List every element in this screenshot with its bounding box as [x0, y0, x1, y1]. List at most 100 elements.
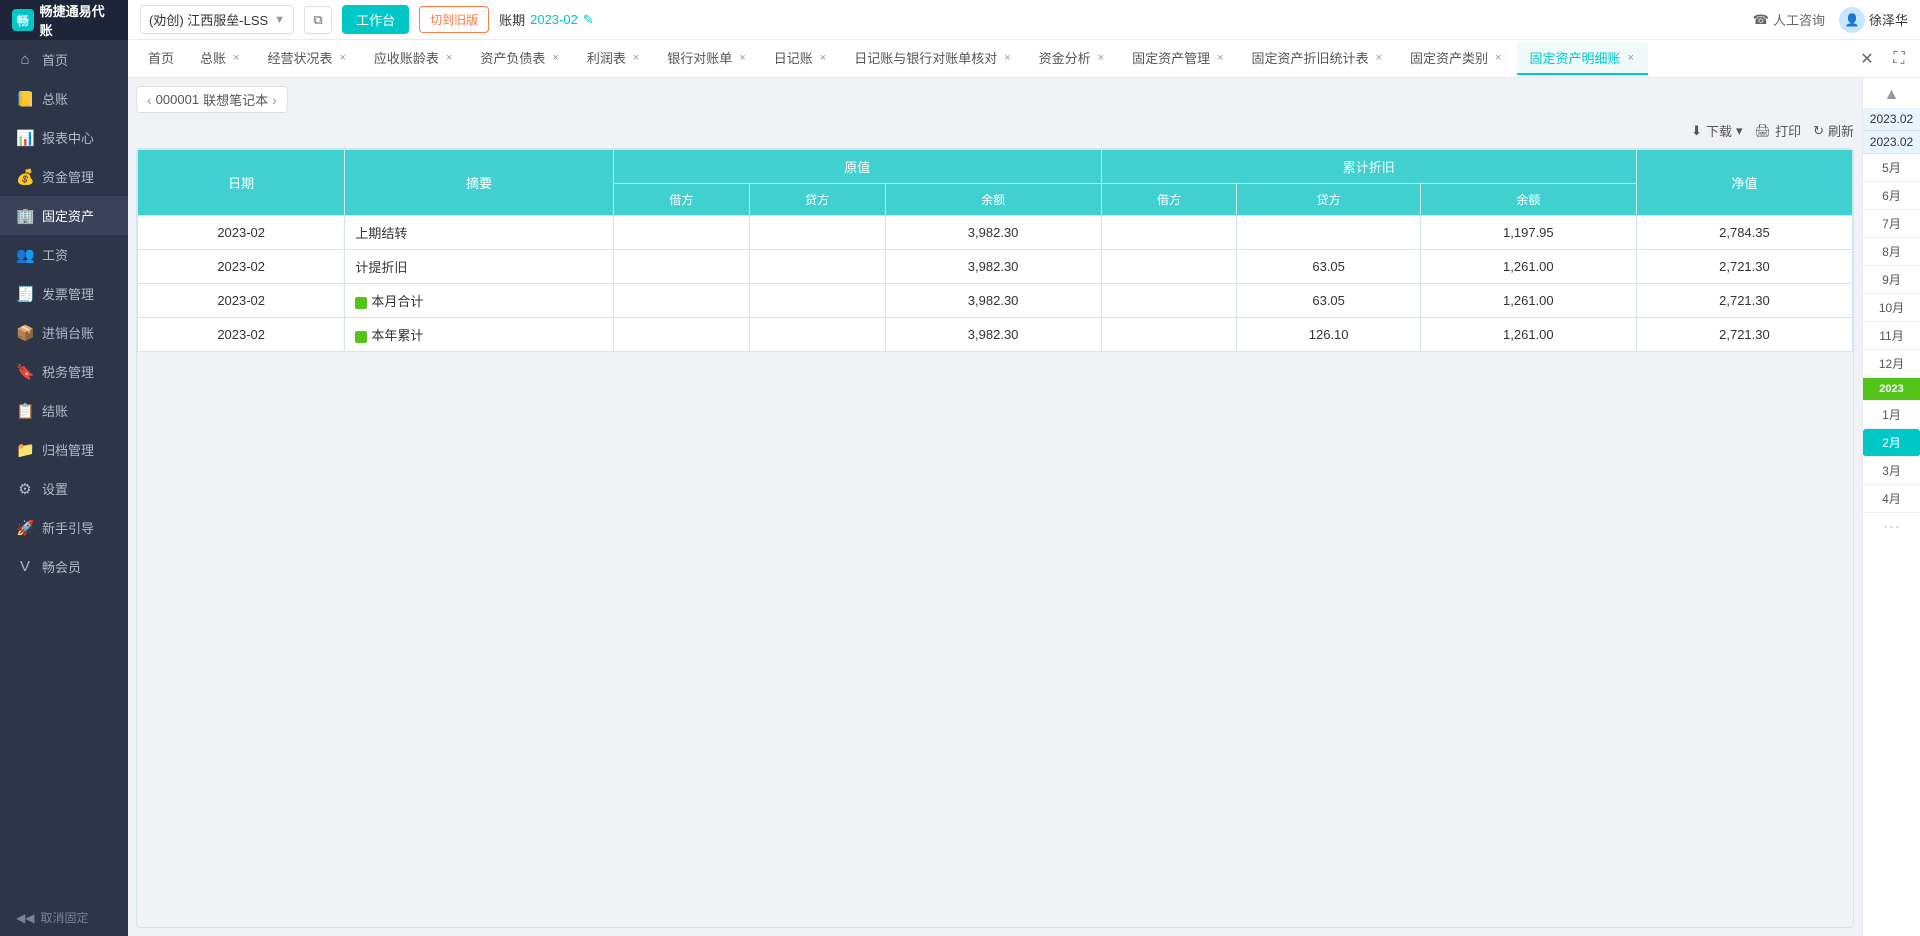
download-button[interactable]: ⬇ 下载 ▾ — [1691, 121, 1742, 140]
company-name: (劝创) 江西服垒-LSS — [149, 10, 268, 29]
breadcrumb-back-btn[interactable]: ‹ — [147, 92, 152, 108]
sidebar-item-funds[interactable]: 💰 资金管理 — [0, 157, 128, 196]
sidebar-item-invoices[interactable]: 🧾 发票管理 — [0, 274, 128, 313]
tab-bank-statement[interactable]: 银行对账单 × — [655, 42, 759, 75]
tab-receivable-aging[interactable]: 应收账龄表 × — [362, 42, 466, 75]
print-button[interactable]: 🖨 打印 — [1755, 121, 1802, 140]
topbar-right: ☎ 人工咨询 👤 徐泽华 — [1753, 7, 1908, 33]
sidebar-item-label: 报表中心 — [42, 128, 94, 147]
switch-version-button[interactable]: 切到旧版 — [419, 6, 489, 33]
sidebar-unpin-btn[interactable]: ◀◀ 取消固定 — [0, 899, 128, 936]
maximize-btn[interactable]: ⛶ — [1886, 46, 1912, 72]
calendar-year-2023-btn2[interactable]: 2023.02 — [1863, 131, 1920, 154]
refresh-button[interactable]: ↻ 刷新 — [1813, 121, 1854, 140]
tab-close-icon[interactable]: × — [1002, 51, 1012, 65]
service-button[interactable]: ☎ 人工咨询 — [1753, 10, 1825, 29]
member-icon: V — [16, 558, 34, 575]
calendar-month-9[interactable]: 9月 — [1863, 266, 1920, 294]
sidebar-item-settings[interactable]: ⚙ 设置 — [0, 469, 128, 508]
sidebar-item-tax[interactable]: 🔖 税务管理 — [0, 352, 128, 391]
tab-close-icon[interactable]: × — [231, 51, 241, 65]
breadcrumb-forward-btn[interactable]: › — [272, 92, 277, 108]
tab-fa-detail[interactable]: 固定资产明细账 × — [1517, 42, 1647, 75]
tab-business-status[interactable]: 经营状况表 × — [255, 42, 359, 75]
detail-table-wrap: 日期 摘要 原值 累计折旧 净值 借方 贷方 余额 借方 贷方 余额 — [136, 148, 1854, 928]
tab-journal-reconcile[interactable]: 日记账与银行对账单核对 × — [842, 42, 1024, 75]
cell-summary: 上期结转 — [345, 216, 614, 250]
accum-balance-header: 余额 — [1420, 184, 1636, 216]
tab-close-icon[interactable]: × — [631, 51, 641, 65]
close-tab-btn[interactable]: ✕ — [1854, 46, 1880, 72]
tab-fa-management[interactable]: 固定资产管理 × — [1120, 42, 1237, 75]
sidebar-item-closing[interactable]: 📋 结账 — [0, 391, 128, 430]
tab-close-icon[interactable]: × — [1493, 51, 1503, 65]
breadcrumb-asset-name: 联想笔记本 — [203, 90, 268, 109]
sidebar-item-label: 归档管理 — [42, 440, 94, 459]
sidebar-item-label: 畅会员 — [42, 557, 81, 576]
calendar-month-7[interactable]: 7月 — [1863, 210, 1920, 238]
calendar-month-6[interactable]: 6月 — [1863, 182, 1920, 210]
cell-orig-debit — [613, 250, 749, 284]
tab-close-icon[interactable]: × — [1096, 51, 1106, 65]
tab-close-icon[interactable]: × — [737, 51, 747, 65]
cell-orig-debit — [613, 284, 749, 318]
sidebar-item-label: 税务管理 — [42, 362, 94, 381]
table-row: 2023-02 本月合计 3,982.30 63.05 1,261.00 2,7… — [138, 284, 1853, 318]
sidebar-item-ledger[interactable]: 📒 总账 — [0, 79, 128, 118]
sidebar-item-guide[interactable]: 🚀 新手引导 — [0, 508, 128, 547]
copy-button[interactable]: ⧉ — [304, 6, 332, 34]
calendar-month-11[interactable]: 11月 — [1863, 322, 1920, 350]
sidebar-item-label: 新手引导 — [42, 518, 94, 537]
calendar-month-12[interactable]: 12月 — [1863, 350, 1920, 378]
tab-close-icon[interactable]: × — [444, 51, 454, 65]
sidebar-item-archive[interactable]: 📁 归档管理 — [0, 430, 128, 469]
calendar-month-1[interactable]: 1月 — [1863, 401, 1920, 429]
calendar-month-8[interactable]: 8月 — [1863, 238, 1920, 266]
user-menu[interactable]: 👤 徐泽华 — [1839, 7, 1908, 33]
tab-balance-sheet[interactable]: 资产负债表 × — [468, 42, 572, 75]
tab-label: 首页 — [148, 48, 174, 67]
tab-journal[interactable]: 日记账 × — [762, 42, 840, 75]
tab-close-icon[interactable]: × — [550, 51, 560, 65]
calendar-scroll-up[interactable]: ▲ — [1863, 82, 1920, 108]
calendar-more-btn[interactable]: ⋯ — [1863, 513, 1920, 542]
calendar-month-3[interactable]: 3月 — [1863, 457, 1920, 485]
tab-close-icon[interactable]: × — [1625, 51, 1635, 65]
tab-general-ledger[interactable]: 总账 × — [188, 42, 253, 75]
sidebar-item-sales-ledger[interactable]: 📦 进销台账 — [0, 313, 128, 352]
sidebar-item-member[interactable]: V 畅会员 — [0, 547, 128, 586]
table-row: 2023-02 计提折旧 3,982.30 63.05 1,261.00 2,7… — [138, 250, 1853, 284]
tab-label: 应收账龄表 — [374, 48, 439, 67]
calendar-month-2-active[interactable]: 2月 — [1863, 429, 1920, 457]
sidebar-item-fixed-assets[interactable]: 🏢 固定资产 — [0, 196, 128, 235]
tab-profit[interactable]: 利润表 × — [575, 42, 653, 75]
tab-close-icon[interactable]: × — [337, 51, 347, 65]
cell-accum-credit — [1237, 216, 1420, 250]
workbench-button[interactable]: 工作台 — [342, 5, 409, 34]
sidebar-item-payroll[interactable]: 👥 工资 — [0, 235, 128, 274]
tab-close-icon[interactable]: × — [1374, 51, 1384, 65]
cell-orig-balance: 3,982.30 — [885, 250, 1101, 284]
sidebar-item-home[interactable]: ⌂ 首页 — [0, 40, 128, 79]
tab-close-icon[interactable]: × — [1215, 51, 1225, 65]
tab-close-icon[interactable]: × — [818, 51, 828, 65]
tab-fa-depreciation[interactable]: 固定资产折旧统计表 × — [1240, 42, 1396, 75]
tab-label: 经营状况表 — [267, 48, 332, 67]
col-net-value: 净值 — [1636, 150, 1852, 216]
tab-home[interactable]: 首页 — [136, 42, 186, 75]
calendar-month-5[interactable]: 5月 — [1863, 154, 1920, 182]
period-edit-icon[interactable]: ✎ — [583, 12, 594, 28]
sidebar-item-reports[interactable]: 📊 报表中心 — [0, 118, 128, 157]
sidebar-item-label: 工资 — [42, 245, 68, 264]
calendar-month-4[interactable]: 4月 — [1863, 485, 1920, 513]
tab-label: 资金分析 — [1039, 48, 1091, 67]
tab-fund-analysis[interactable]: 资金分析 × — [1027, 42, 1118, 75]
calendar-year-2023-btn[interactable]: 2023.02 — [1863, 108, 1920, 131]
cell-net-value: 2,721.30 — [1636, 284, 1852, 318]
cell-orig-credit — [749, 216, 885, 250]
company-selector[interactable]: (劝创) 江西服垒-LSS ▼ — [140, 5, 294, 34]
tab-fa-category[interactable]: 固定资产类别 × — [1398, 42, 1515, 75]
calendar-month-10[interactable]: 10月 — [1863, 294, 1920, 322]
cell-accum-balance: 1,261.00 — [1420, 318, 1636, 352]
settings-icon: ⚙ — [16, 480, 34, 498]
